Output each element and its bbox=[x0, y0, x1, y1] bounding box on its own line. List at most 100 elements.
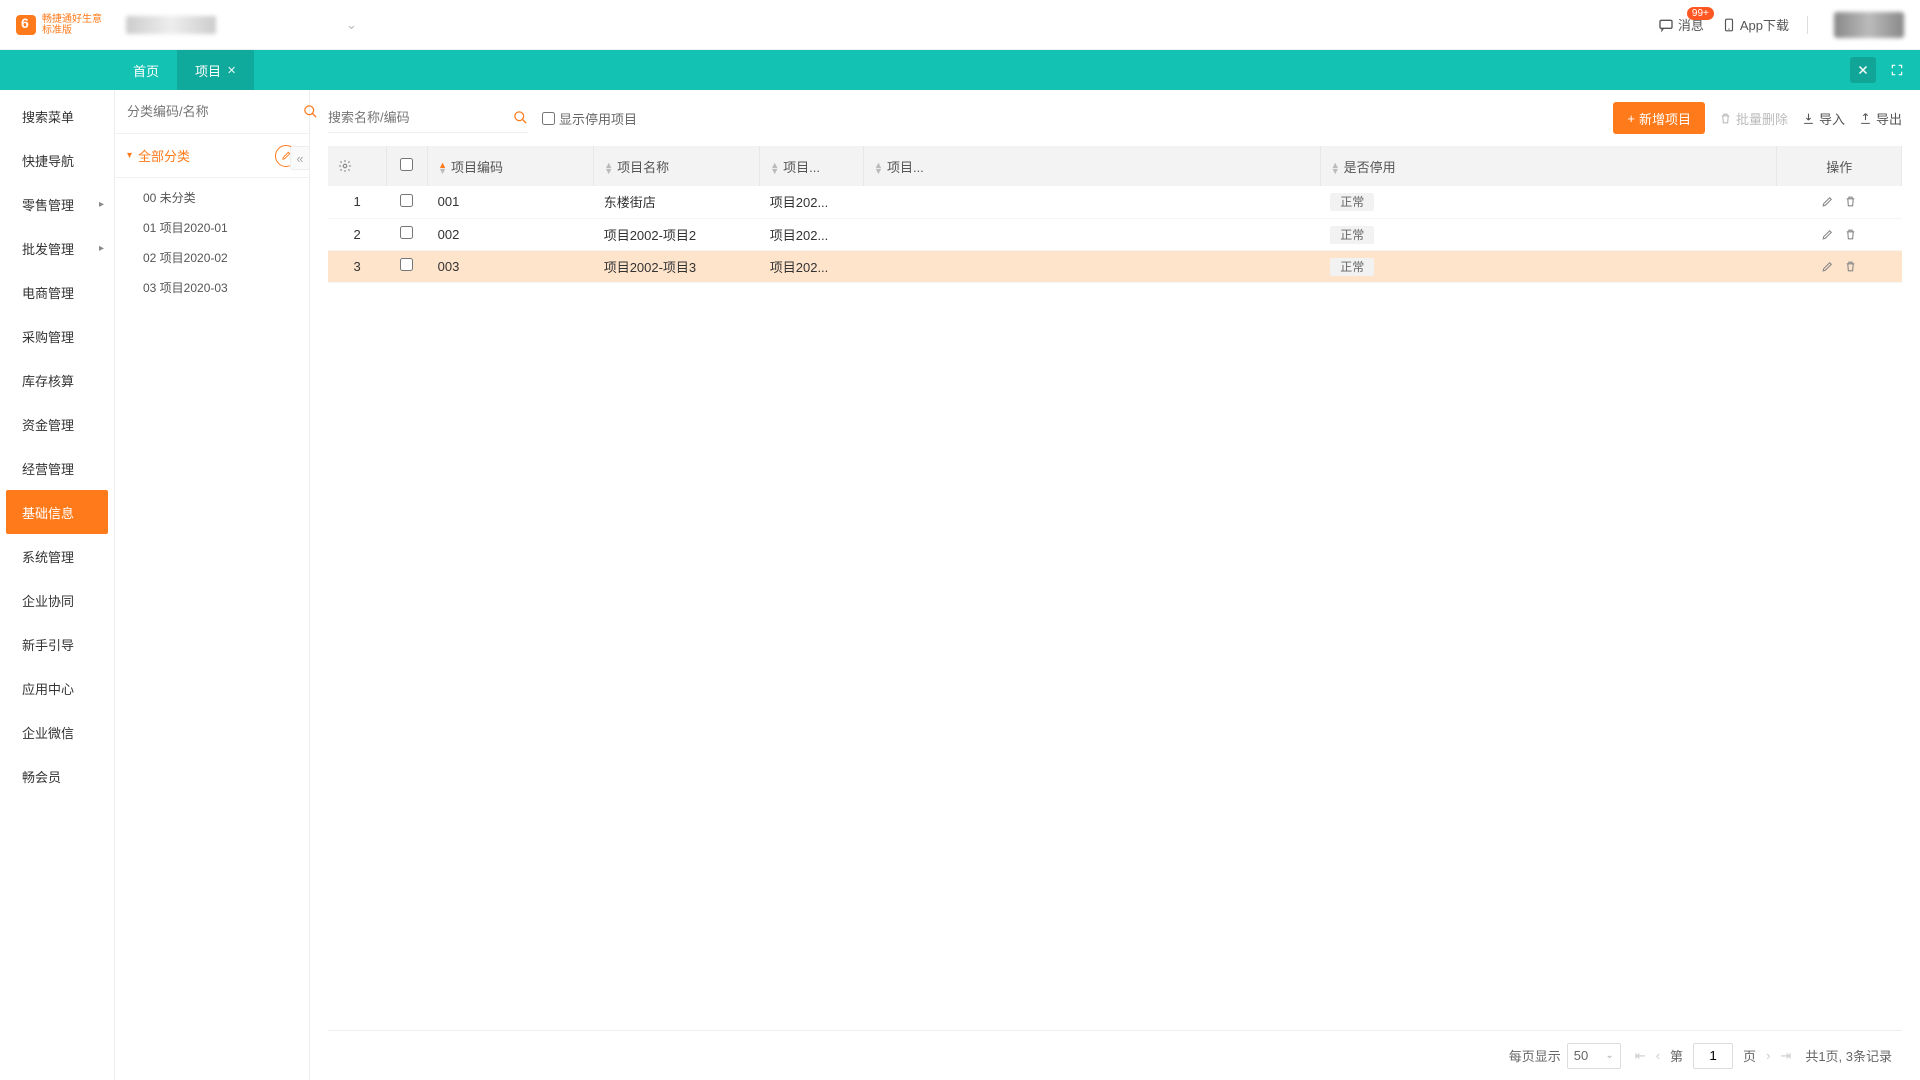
messages-button[interactable]: 消息 99+ bbox=[1658, 15, 1704, 34]
fullscreen-icon bbox=[1890, 63, 1904, 77]
sidebar-item-快捷导航[interactable]: 快捷导航 bbox=[0, 138, 114, 182]
col-project-2[interactable]: ▲▼项目... bbox=[864, 146, 1321, 186]
category-search-input[interactable] bbox=[127, 104, 303, 119]
col-select-all[interactable] bbox=[386, 146, 428, 186]
caret-icon: ▸ bbox=[99, 243, 104, 254]
tab-bar: 首页项目✕ bbox=[0, 50, 1920, 90]
table-row[interactable]: 2002项目2002-项目2项目202...正常 bbox=[328, 218, 1902, 250]
close-icon[interactable]: ✕ bbox=[227, 64, 236, 77]
company-name-redacted bbox=[126, 16, 216, 34]
table-row[interactable]: 1001东楼街店项目202...正常 bbox=[328, 186, 1902, 218]
chevron-down-icon: ⌄ bbox=[346, 17, 357, 33]
table-search-input[interactable] bbox=[328, 110, 513, 125]
import-label: 导入 bbox=[1819, 109, 1845, 128]
export-label: 导出 bbox=[1876, 109, 1902, 128]
row-delete-button[interactable] bbox=[1844, 195, 1857, 208]
page-prev[interactable]: ‹ bbox=[1656, 1048, 1660, 1063]
sidebar-item-经营管理[interactable]: 经营管理 bbox=[0, 446, 114, 490]
row-edit-button[interactable] bbox=[1821, 195, 1834, 208]
toolbar: 显示停用项目 + 新增项目 批量删除 导入 bbox=[328, 90, 1902, 146]
select-all-checkbox[interactable] bbox=[400, 158, 413, 171]
sidebar-item-畅会员[interactable]: 畅会员 bbox=[0, 754, 114, 798]
page-input[interactable] bbox=[1693, 1043, 1733, 1069]
row-delete-button[interactable] bbox=[1844, 228, 1857, 241]
col-ops: 操作 bbox=[1777, 146, 1902, 186]
row-checkbox[interactable] bbox=[400, 194, 413, 207]
sidebar-item-批发管理[interactable]: 批发管理▸ bbox=[0, 226, 114, 270]
col-project-1[interactable]: ▲▼项目... bbox=[760, 146, 864, 186]
category-item[interactable]: 01 项目2020-01 bbox=[115, 212, 309, 242]
collapse-icon: ▾ bbox=[127, 150, 132, 161]
tabbar-fullscreen-button[interactable] bbox=[1884, 57, 1910, 83]
messages-badge: 99+ bbox=[1687, 7, 1714, 20]
row-delete-button[interactable] bbox=[1844, 260, 1857, 273]
page-last[interactable]: ⇥ bbox=[1780, 1048, 1791, 1064]
row-checkbox[interactable] bbox=[400, 258, 413, 271]
row-checkbox[interactable] bbox=[400, 226, 413, 239]
status-badge: 正常 bbox=[1330, 193, 1374, 211]
per-page-value: 50 bbox=[1574, 1048, 1588, 1063]
sidebar-item-资金管理[interactable]: 资金管理 bbox=[0, 402, 114, 446]
sidebar-item-系统管理[interactable]: 系统管理 bbox=[0, 534, 114, 578]
col-status[interactable]: ▲▼是否停用 bbox=[1320, 146, 1777, 186]
tab-首页[interactable]: 首页 bbox=[115, 50, 177, 90]
batch-delete-button[interactable]: 批量删除 bbox=[1719, 109, 1788, 128]
sidebar-item-电商管理[interactable]: 电商管理 bbox=[0, 270, 114, 314]
category-item[interactable]: 00 未分类 bbox=[115, 182, 309, 212]
show-disabled-input[interactable] bbox=[542, 112, 555, 125]
sidebar-item-零售管理[interactable]: 零售管理▸ bbox=[0, 182, 114, 226]
page-next[interactable]: › bbox=[1766, 1048, 1770, 1063]
search-icon[interactable] bbox=[303, 104, 318, 119]
user-avatar-redacted[interactable] bbox=[1834, 12, 1904, 38]
sidebar-item-新手引导[interactable]: 新手引导 bbox=[0, 622, 114, 666]
page-prefix: 第 bbox=[1670, 1046, 1683, 1065]
sidebar-item-库存核算[interactable]: 库存核算 bbox=[0, 358, 114, 402]
plus-icon: + bbox=[1627, 111, 1635, 126]
sidebar-nav: 搜索菜单快捷导航零售管理▸批发管理▸电商管理采购管理库存核算资金管理经营管理基础… bbox=[0, 90, 115, 1080]
search-icon[interactable] bbox=[513, 110, 528, 125]
col-code[interactable]: ▲▼项目编码 bbox=[428, 146, 594, 186]
trash-icon bbox=[1844, 195, 1857, 208]
sidebar-item-企业协同[interactable]: 企业协同 bbox=[0, 578, 114, 622]
import-icon bbox=[1802, 112, 1815, 125]
sidebar-item-采购管理[interactable]: 采购管理 bbox=[0, 314, 114, 358]
category-item[interactable]: 03 项目2020-03 bbox=[115, 272, 309, 302]
category-all-label: 全部分类 bbox=[138, 146, 190, 165]
per-page-label: 每页显示 bbox=[1509, 1046, 1561, 1065]
chevron-down-icon: ⌄ bbox=[1605, 1050, 1613, 1061]
sidebar-item-搜索菜单[interactable]: 搜索菜单 bbox=[0, 94, 114, 138]
panel-collapse-button[interactable]: « bbox=[290, 146, 310, 170]
status-badge: 正常 bbox=[1330, 258, 1374, 276]
import-button[interactable]: 导入 bbox=[1802, 109, 1845, 128]
trash-icon bbox=[1719, 112, 1732, 125]
col-name[interactable]: ▲▼项目名称 bbox=[594, 146, 760, 186]
sidebar-item-基础信息[interactable]: 基础信息 bbox=[6, 490, 108, 534]
status-badge: 正常 bbox=[1330, 226, 1374, 244]
tab-项目[interactable]: 项目✕ bbox=[177, 50, 254, 90]
gear-icon bbox=[338, 159, 376, 173]
add-project-button[interactable]: + 新增项目 bbox=[1613, 102, 1705, 134]
category-item[interactable]: 02 项目2020-02 bbox=[115, 242, 309, 272]
company-selector[interactable]: ⌄ bbox=[126, 16, 357, 34]
sidebar-item-企业微信[interactable]: 企业微信 bbox=[0, 710, 114, 754]
show-disabled-label: 显示停用项目 bbox=[559, 109, 637, 128]
show-disabled-checkbox[interactable]: 显示停用项目 bbox=[542, 109, 637, 128]
table-row[interactable]: 3003项目2002-项目3项目202...正常 bbox=[328, 250, 1902, 282]
per-page-select[interactable]: 50 ⌄ bbox=[1567, 1043, 1621, 1069]
message-icon bbox=[1658, 17, 1674, 33]
col-settings[interactable] bbox=[328, 146, 386, 186]
category-all[interactable]: ▾ 全部分类 bbox=[115, 134, 309, 178]
page-first[interactable]: ⇤ bbox=[1635, 1048, 1646, 1064]
export-button[interactable]: 导出 bbox=[1859, 109, 1902, 128]
close-icon bbox=[1857, 64, 1869, 76]
trash-icon bbox=[1844, 228, 1857, 241]
brand-icon bbox=[16, 15, 36, 35]
row-edit-button[interactable] bbox=[1821, 228, 1834, 241]
app-download-button[interactable]: App下载 bbox=[1722, 15, 1789, 34]
row-edit-button[interactable] bbox=[1821, 260, 1834, 273]
sidebar-item-应用中心[interactable]: 应用中心 bbox=[0, 666, 114, 710]
tabbar-close-button[interactable] bbox=[1850, 57, 1876, 83]
category-panel: ▾ 全部分类 00 未分类01 项目2020-0102 项目2020-0203 … bbox=[115, 90, 310, 1080]
export-icon bbox=[1859, 112, 1872, 125]
app-download-label: App下载 bbox=[1740, 15, 1789, 34]
